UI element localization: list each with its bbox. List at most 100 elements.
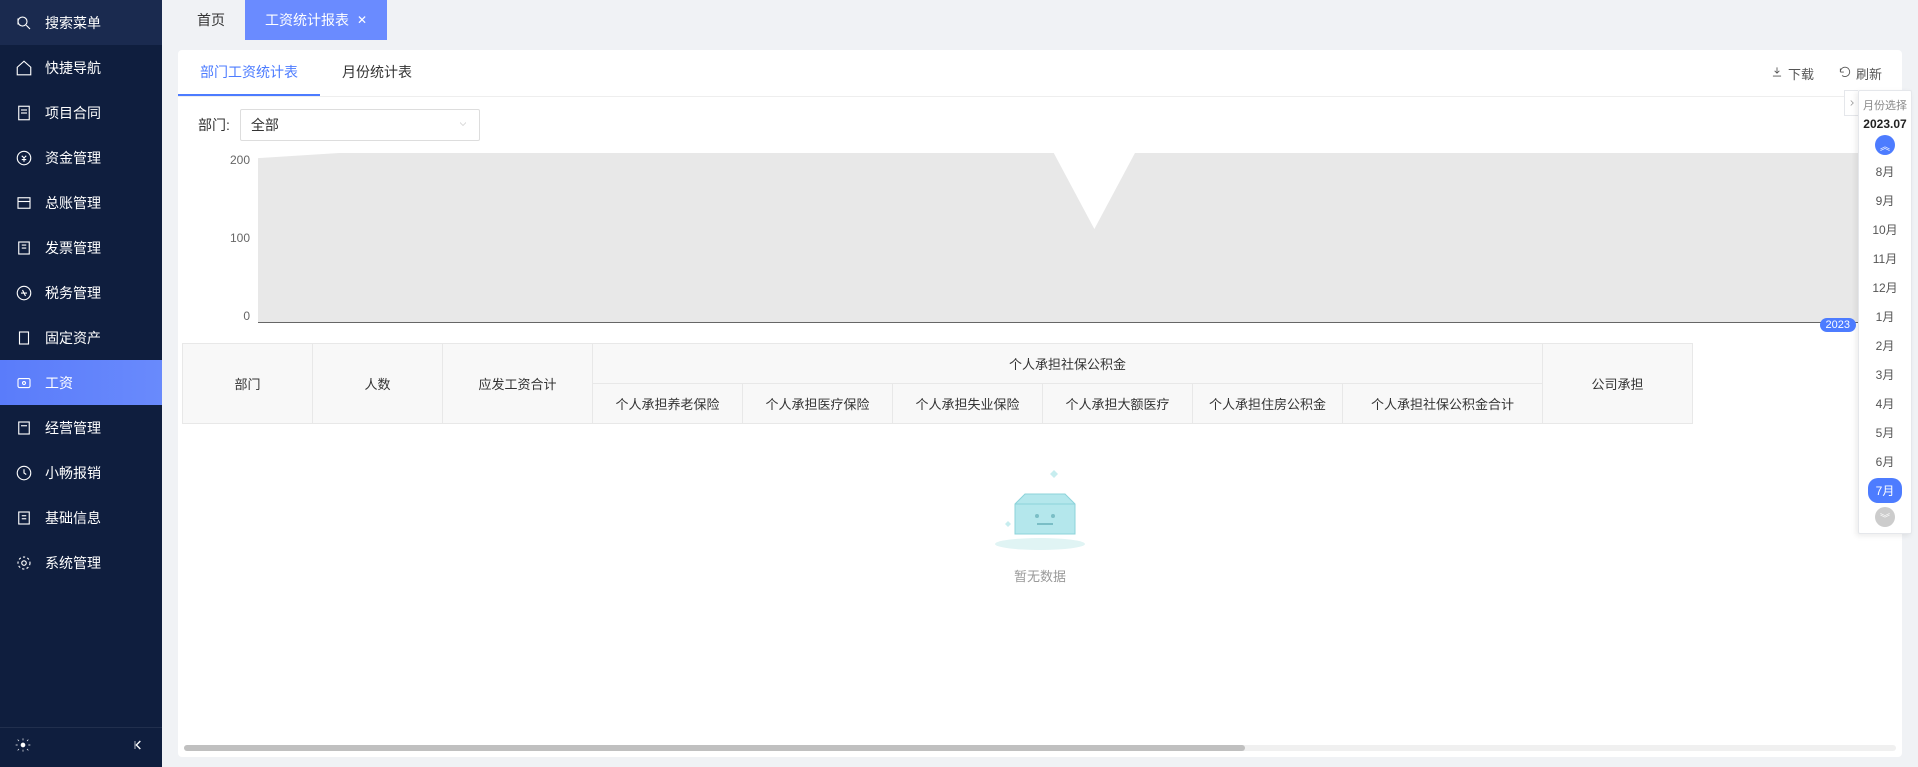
sidebar-item-label: 固定资产 <box>45 328 101 348</box>
download-icon <box>1770 65 1784 82</box>
month-item[interactable]: 4月 <box>1859 391 1911 416</box>
sidebar-item-label: 搜索菜单 <box>45 13 101 33</box>
sidebar-item-tax[interactable]: 税务管理 <box>0 270 162 315</box>
panel-actions: 下载 刷新 <box>1770 64 1882 83</box>
settings-icon[interactable] <box>15 737 31 758</box>
horizontal-scrollbar[interactable] <box>184 745 1896 751</box>
col-unemployment: 个人承担失业保险 <box>893 384 1043 424</box>
month-scroll-up[interactable]: ︽ <box>1875 135 1895 155</box>
month-panel-header: 月份选择 <box>1863 97 1907 113</box>
panel-tab-label: 部门工资统计表 <box>200 62 298 82</box>
action-label: 下载 <box>1788 64 1814 83</box>
month-panel-current: 2023.07 <box>1863 117 1906 131</box>
tab-salary-report[interactable]: 工资统计报表 ✕ <box>245 0 387 40</box>
money-icon <box>15 149 33 167</box>
col-housing-fund: 个人承担住房公积金 <box>1193 384 1343 424</box>
y-axis: 200 100 0 <box>198 153 258 323</box>
month-scroll-down[interactable]: ︾ <box>1875 507 1895 527</box>
sidebar-item-label: 快捷导航 <box>45 58 101 78</box>
collapse-sidebar-icon[interactable] <box>131 737 147 758</box>
empty-label: 暂无数据 <box>1014 566 1066 585</box>
col-gross: 应发工资合计 <box>443 344 593 424</box>
panel-tab-dept-salary[interactable]: 部门工资统计表 <box>178 50 320 96</box>
chart-fill <box>258 153 1882 322</box>
sidebar-item-business[interactable]: 经营管理 <box>0 405 162 450</box>
month-panel: 月份选择 2023.07 ︽ 8月 9月 10月 11月 12月 1月 2月 3… <box>1858 90 1912 534</box>
business-icon <box>15 419 33 437</box>
sidebar-item-label: 资金管理 <box>45 148 101 168</box>
system-icon <box>15 554 33 572</box>
tab-home[interactable]: 首页 <box>177 0 245 40</box>
empty-state: 暂无数据 <box>182 424 1898 595</box>
area-chart: 200 100 0 <box>198 153 1882 323</box>
sidebar-item-basic-info[interactable]: 基础信息 <box>0 495 162 540</box>
month-item[interactable]: 11月 <box>1859 246 1911 271</box>
scrollbar-thumb[interactable] <box>184 745 1245 751</box>
sidebar-item-system[interactable]: 系统管理 <box>0 540 162 585</box>
download-button[interactable]: 下载 <box>1770 64 1814 83</box>
sidebar-items: 搜索菜单 快捷导航 项目合同 资金管理 总账管理 发票管理 税务管理 固定资产 <box>0 0 162 727</box>
sidebar-item-assets[interactable]: 固定资产 <box>0 315 162 360</box>
month-panel-collapse[interactable] <box>1844 90 1858 116</box>
salary-table: 部门 人数 应发工资合计 个人承担社保公积金 公司承担 个人承担养老保险 个人承… <box>182 343 1693 424</box>
sidebar-item-label: 税务管理 <box>45 283 101 303</box>
y-tick: 100 <box>230 231 250 245</box>
month-item[interactable]: 6月 <box>1859 449 1911 474</box>
report-panel: 部门工资统计表 月份统计表 下载 刷新 部门: 全部 <box>178 50 1902 757</box>
col-group-personal: 个人承担社保公积金 <box>593 344 1543 384</box>
sidebar-item-ledger[interactable]: 总账管理 <box>0 180 162 225</box>
col-dept: 部门 <box>183 344 313 424</box>
home-icon <box>15 59 33 77</box>
sidebar-item-label: 总账管理 <box>45 193 101 213</box>
month-item[interactable]: 12月 <box>1859 275 1911 300</box>
main: 首页 工资统计报表 ✕ 部门工资统计表 月份统计表 下载 刷新 <box>162 0 1918 767</box>
tab-label: 首页 <box>197 10 225 30</box>
sidebar-item-quicknav[interactable]: 快捷导航 <box>0 45 162 90</box>
col-personal-total: 个人承担社保公积金合计 <box>1343 384 1543 424</box>
sidebar-item-funds[interactable]: 资金管理 <box>0 135 162 180</box>
sidebar-item-label: 发票管理 <box>45 238 101 258</box>
col-company: 公司承担 <box>1543 344 1693 424</box>
month-item[interactable]: 8月 <box>1859 159 1911 184</box>
sidebar-item-label: 系统管理 <box>45 553 101 573</box>
y-tick: 200 <box>230 153 250 167</box>
salary-icon <box>15 374 33 392</box>
empty-illustration <box>980 454 1100 554</box>
chevron-down-icon <box>457 117 469 133</box>
col-major-medical: 个人承担大额医疗 <box>1043 384 1193 424</box>
panel-tab-month-stats[interactable]: 月份统计表 <box>320 50 434 96</box>
month-item[interactable]: 2月 <box>1859 333 1911 358</box>
sidebar-item-project-contract[interactable]: 项目合同 <box>0 90 162 135</box>
sidebar-item-search[interactable]: 搜索菜单 <box>0 0 162 45</box>
close-icon[interactable]: ✕ <box>357 13 367 27</box>
month-item[interactable]: 9月 <box>1859 188 1911 213</box>
tab-label: 工资统计报表 <box>265 10 349 30</box>
reimburse-icon <box>15 464 33 482</box>
year-badge: 2023 <box>1820 318 1856 332</box>
sidebar-item-label: 基础信息 <box>45 508 101 528</box>
month-item-selected[interactable]: 7月 <box>1868 478 1903 503</box>
sidebar-item-invoice[interactable]: 发票管理 <box>0 225 162 270</box>
filter-row: 部门: 全部 <box>178 97 1902 153</box>
panel-tab-label: 月份统计表 <box>342 62 412 82</box>
month-item[interactable]: 1月 <box>1859 304 1911 329</box>
sidebar-item-salary[interactable]: 工资 <box>0 360 162 405</box>
month-item[interactable]: 5月 <box>1859 420 1911 445</box>
table-wrap: 部门 人数 应发工资合计 个人承担社保公积金 公司承担 个人承担养老保险 个人承… <box>178 343 1902 595</box>
info-icon <box>15 509 33 527</box>
sidebar-item-reimburse[interactable]: 小畅报销 <box>0 450 162 495</box>
month-item[interactable]: 3月 <box>1859 362 1911 387</box>
chart-plot <box>258 153 1882 323</box>
sidebar-item-label: 项目合同 <box>45 103 101 123</box>
panel-tabs-row: 部门工资统计表 月份统计表 下载 刷新 <box>178 50 1902 97</box>
refresh-button[interactable]: 刷新 <box>1838 64 1882 83</box>
dept-select[interactable]: 全部 <box>240 109 480 141</box>
sidebar-item-label: 经营管理 <box>45 418 101 438</box>
col-count: 人数 <box>313 344 443 424</box>
invoice-icon <box>15 239 33 257</box>
sidebar-item-label: 工资 <box>45 373 73 393</box>
tax-icon <box>15 284 33 302</box>
month-item[interactable]: 10月 <box>1859 217 1911 242</box>
select-value: 全部 <box>251 115 279 135</box>
y-tick: 0 <box>243 309 250 323</box>
